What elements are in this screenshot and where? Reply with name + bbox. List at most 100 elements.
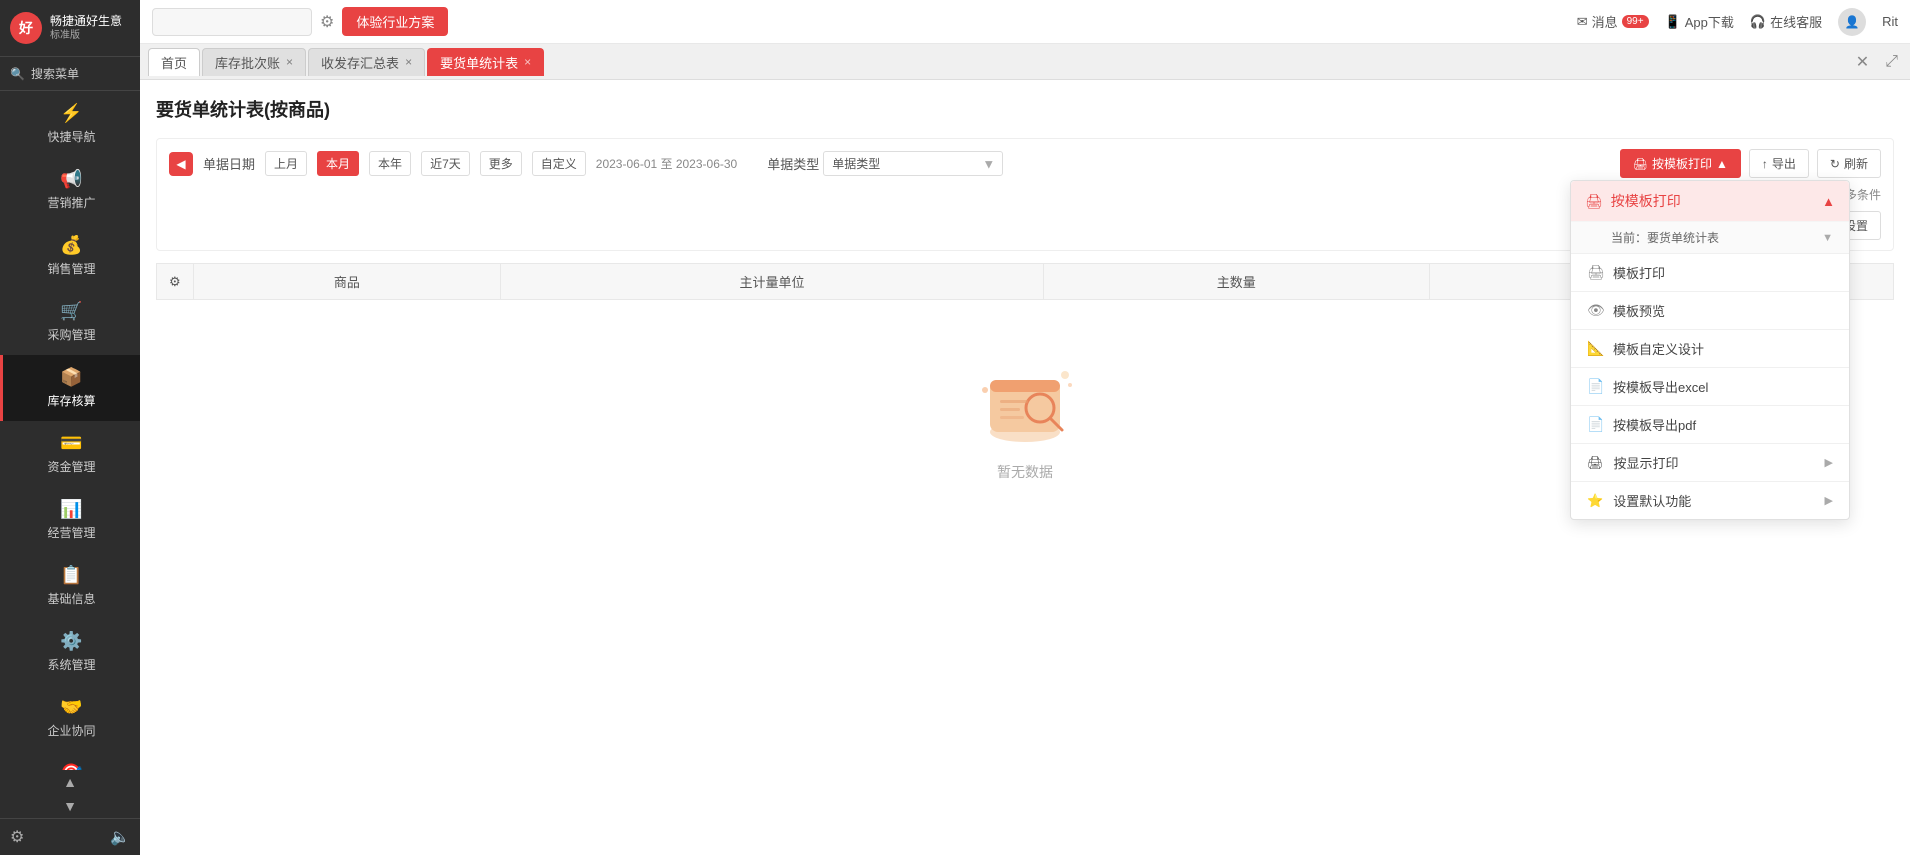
operation-icon: 📊 (60, 499, 82, 520)
tab-receipt-summary[interactable]: 收发存汇总表 × (308, 48, 425, 76)
col-product: 商品 (193, 264, 501, 300)
close-inventory-batch-tab[interactable]: × (286, 55, 293, 69)
quick-nav-icon: ⚡ (60, 103, 82, 124)
messages-label: 消息 (1592, 12, 1618, 31)
mobile-icon: 📱 (1665, 14, 1681, 30)
sidebar-item-marketing[interactable]: 📢 营销推广 (0, 157, 140, 223)
tabs-bar: 首页 库存批次账 × 收发存汇总表 × 要货单统计表 × ✕ ⤢ (140, 44, 1910, 80)
messages-btn[interactable]: ✉ 消息 99+ (1577, 12, 1649, 31)
sidebar-item-sales[interactable]: 💰 销售管理 (0, 223, 140, 289)
sidebar-item-basic[interactable]: 📋 基础信息 (0, 553, 140, 619)
footer-settings-icon[interactable]: ⚙ (10, 827, 24, 847)
dropdown-menu: 🖨 按模板打印 ▲ 当前：要货单统计表 ▼ 🖨 模板打印 👁 模板预览 📐 模板 (1570, 180, 1850, 520)
sidebar-item-guide[interactable]: 🎯 新手引导 (0, 751, 140, 770)
filter-row-1: ◀ 单据日期 上月 本月 本年 近7天 更多 自定义 2023-06-01 至 … (169, 149, 1881, 178)
topbar-right: ✉ 消息 99+ 📱 App下载 🎧 在线客服 👤 Rit (1577, 8, 1898, 36)
expand-tab-btn[interactable]: ⤢ (1881, 51, 1902, 73)
search-icon: 🔍 (10, 67, 25, 81)
date-range-display: 2023-06-01 至 2023-06-30 (596, 155, 737, 172)
dropdown-chevron-up-icon: ▲ (1822, 194, 1835, 209)
sidebar-item-label: 快捷导航 (47, 128, 95, 145)
sidebar-item-enterprise[interactable]: 🤝 企业协同 (0, 685, 140, 751)
logo-sub: 标准版 (50, 29, 122, 43)
topbar-search-input[interactable] (152, 8, 312, 36)
app-download-btn[interactable]: 📱 App下载 (1665, 12, 1734, 31)
topbar-gear-icon[interactable]: ⚙ (320, 12, 334, 32)
template-print-icon: 🖨 (1587, 264, 1603, 281)
print-chevron-icon: ▲ (1716, 157, 1728, 171)
sidebar-scroll-up-btn[interactable]: ▲ (0, 770, 140, 794)
tab-home[interactable]: 首页 (148, 48, 200, 76)
dropdown-item-template-print[interactable]: 🖨 模板打印 (1571, 253, 1849, 291)
receipt-summary-tab-label: 收发存汇总表 (321, 53, 399, 72)
current-template-row[interactable]: 当前：要货单统计表 ▼ (1571, 221, 1849, 253)
date-current-year-btn[interactable]: 本年 (369, 151, 411, 176)
close-receipt-summary-tab[interactable]: × (405, 55, 412, 69)
trial-btn[interactable]: 体验行业方案 (342, 7, 448, 36)
dropdown-item-set-default[interactable]: ⭐ 设置默认功能 ▶ (1571, 481, 1849, 519)
topbar: ⚙ 体验行业方案 ✉ 消息 99+ 📱 App下载 🎧 在线客服 👤 Rit (140, 0, 1910, 44)
app-download-label: App下载 (1685, 12, 1734, 31)
sidebar-item-label: 系统管理 (47, 656, 95, 673)
template-design-label: 模板自定义设计 (1613, 339, 1704, 358)
date-prev-month-btn[interactable]: 上月 (265, 151, 307, 176)
toolbar-right: 🖨 按模板打印 ▲ ↑ 导出 ↻ 刷新 (1620, 149, 1881, 178)
empty-illustration (970, 360, 1080, 450)
message-icon: ✉ (1577, 14, 1588, 30)
dropdown-item-export-excel[interactable]: 📄 按模板导出excel (1571, 367, 1849, 405)
online-service-btn[interactable]: 🎧 在线客服 (1750, 12, 1822, 31)
sidebar-item-label: 销售管理 (47, 260, 95, 277)
sidebar-item-quick-nav[interactable]: ⚡ 快捷导航 (0, 91, 140, 157)
page-content: 要货单统计表(按商品) ◀ 单据日期 上月 本月 本年 近7天 更多 自定义 2… (140, 80, 1910, 855)
display-print-label: 按显示打印 (1614, 453, 1679, 472)
template-preview-label: 模板预览 (1613, 301, 1665, 320)
sidebar-item-inventory[interactable]: 📦 库存核算 (0, 355, 140, 421)
system-icon: ⚙️ (60, 631, 82, 652)
set-default-icon: ⭐ (1587, 493, 1603, 509)
display-print-icon: 🖨 (1587, 455, 1604, 471)
dropdown-item-template-preview[interactable]: 👁 模板预览 (1571, 291, 1849, 329)
col-unit: 主计量单位 (501, 264, 1044, 300)
sidebar-search-btn[interactable]: 🔍 搜索菜单 (0, 57, 140, 91)
tab-inventory-batch[interactable]: 库存批次账 × (202, 48, 306, 76)
sidebar-item-purchase[interactable]: 🛒 采购管理 (0, 289, 140, 355)
sidebar-item-label: 营销推广 (47, 194, 95, 211)
date-7days-btn[interactable]: 近7天 (421, 151, 470, 176)
col-quantity: 主数量 (1043, 264, 1429, 300)
dropdown-item-display-print[interactable]: 🖨 按显示打印 ▶ (1571, 443, 1849, 481)
template-print-label: 模板打印 (1613, 263, 1665, 282)
sidebar-item-finance[interactable]: 💳 资金管理 (0, 421, 140, 487)
tab-order-summary[interactable]: 要货单统计表 × (427, 48, 544, 76)
inventory-batch-tab-label: 库存批次账 (215, 53, 280, 72)
topbar-left: ⚙ 体验行业方案 (152, 7, 448, 36)
dropdown-header[interactable]: 🖨 按模板打印 ▲ (1571, 181, 1849, 221)
order-type-label: 单据类型 (767, 154, 819, 173)
date-current-month-btn[interactable]: 本月 (317, 151, 359, 176)
date-more-btn[interactable]: 更多 (480, 151, 522, 176)
user-name[interactable]: Rit (1882, 14, 1898, 29)
dropdown-item-template-design[interactable]: 📐 模板自定义设计 (1571, 329, 1849, 367)
sidebar-search-label: 搜索菜单 (31, 65, 79, 82)
export-btn[interactable]: ↑ 导出 (1749, 149, 1809, 178)
dropdown-item-export-pdf[interactable]: 📄 按模板导出pdf (1571, 405, 1849, 443)
print-dropdown-btn[interactable]: 🖨 按模板打印 ▲ (1620, 149, 1741, 178)
column-settings-icon[interactable]: ⚙ (157, 264, 194, 300)
sidebar-logo: 好 畅捷通好生意 标准版 (0, 0, 140, 57)
user-avatar[interactable]: 👤 (1838, 8, 1866, 36)
footer-sound-icon[interactable]: 🔈 (110, 827, 130, 847)
refresh-btn-label: 刷新 (1844, 155, 1868, 172)
close-all-tabs-btn[interactable]: ✕ (1852, 50, 1873, 74)
dropdown-title-label: 按模板打印 (1611, 191, 1681, 211)
sidebar-item-system[interactable]: ⚙️ 系统管理 (0, 619, 140, 685)
filter-toggle-btn[interactable]: ◀ (169, 152, 193, 176)
sidebar-item-operation[interactable]: 📊 经营管理 (0, 487, 140, 553)
logo-text: 畅捷通好生意 标准版 (50, 13, 122, 44)
sidebar-item-label: 经营管理 (47, 524, 95, 541)
sidebar-item-label: 企业协同 (47, 722, 95, 739)
order-type-select[interactable]: 单据类型 (823, 151, 1003, 176)
sidebar-scroll-down-btn[interactable]: ▼ (0, 794, 140, 818)
close-order-summary-tab[interactable]: × (524, 55, 531, 69)
date-custom-btn[interactable]: 自定义 (532, 151, 586, 176)
logo-title: 畅捷通好生意 (50, 13, 122, 30)
refresh-btn[interactable]: ↻ 刷新 (1817, 149, 1881, 178)
